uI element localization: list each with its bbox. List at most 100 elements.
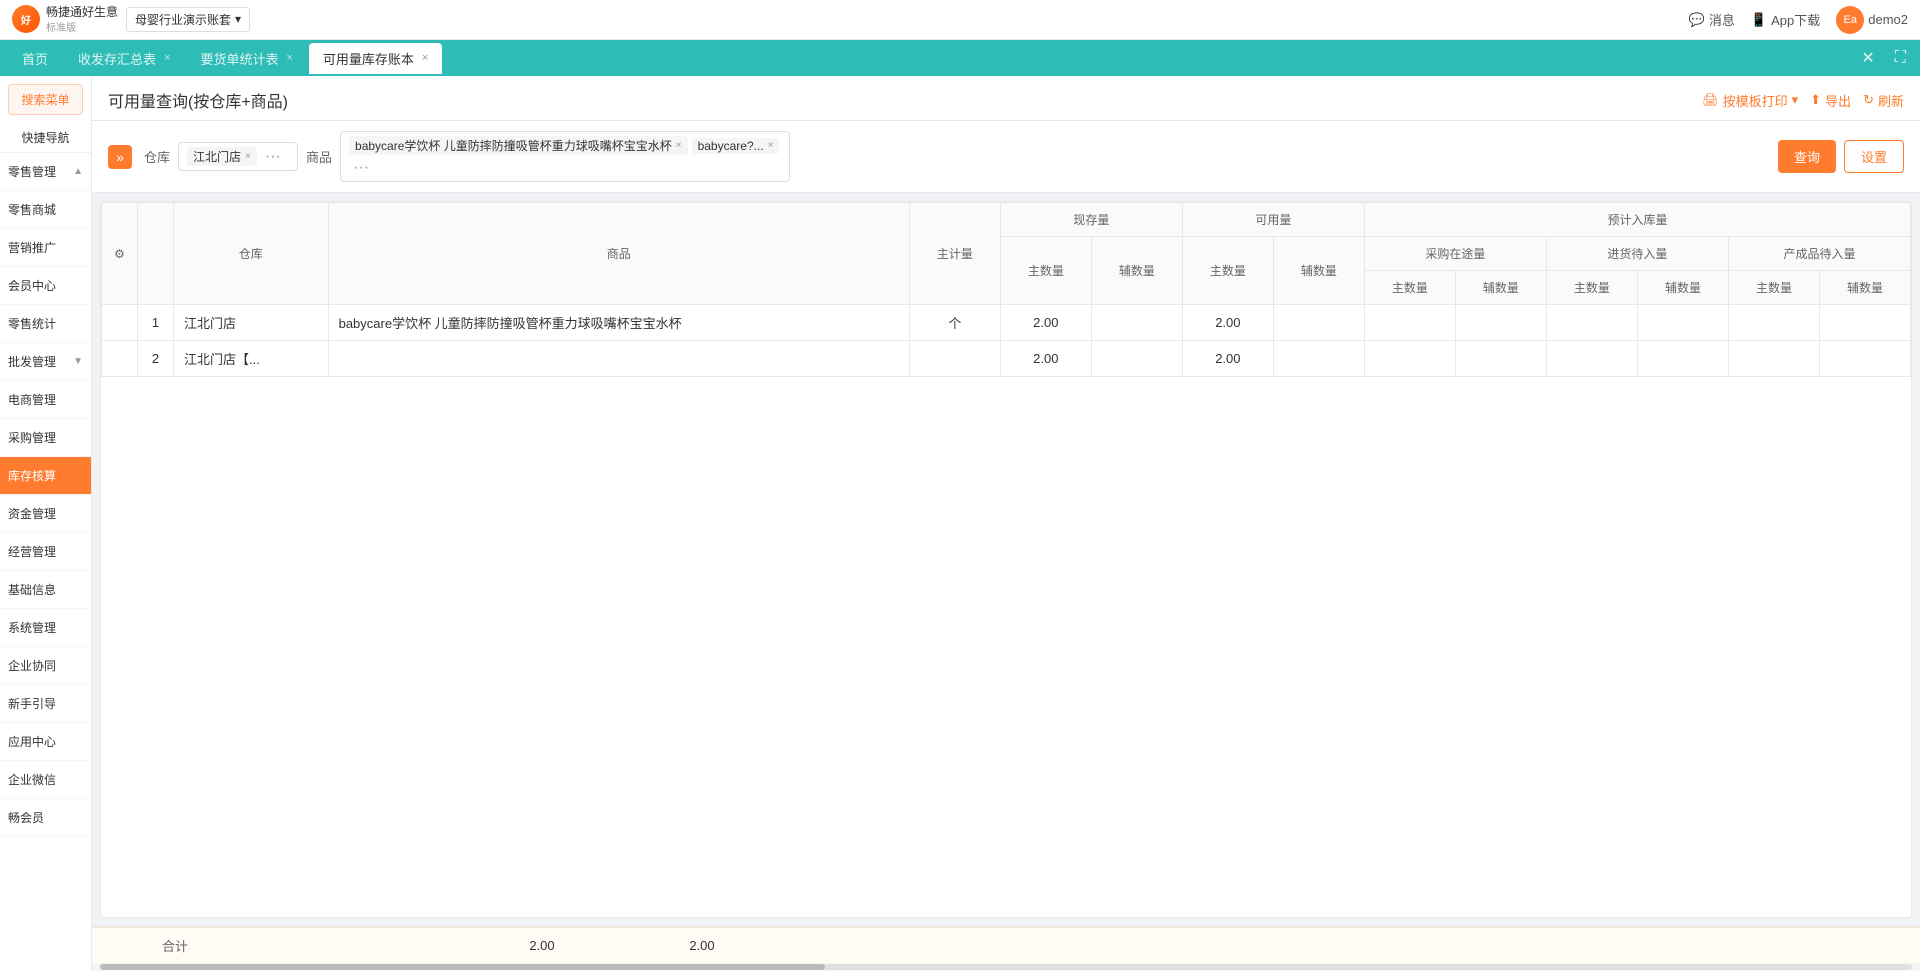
- sidebar-item-inventory[interactable]: 库存核算: [0, 457, 91, 495]
- product-filter-label: 商品: [306, 147, 332, 166]
- row2-goods-aux: [1637, 341, 1728, 377]
- sidebar-item-member[interactable]: 会员中心: [0, 267, 91, 305]
- filter-actions: 查询 设置: [1778, 140, 1904, 173]
- sidebar-item-wechat[interactable]: 企业微信: [0, 761, 91, 799]
- app-label: App下载: [1771, 10, 1820, 29]
- sidebar-item-ecommerce-label: 电商管理: [8, 391, 56, 408]
- sidebar-item-new-guide[interactable]: 新手引导: [0, 685, 91, 723]
- footer-label: 合计: [102, 936, 502, 955]
- tab-available-stock[interactable]: 可用量库存账本 ×: [309, 43, 442, 74]
- row2-settings[interactable]: [102, 341, 138, 377]
- settings-btn[interactable]: 设置: [1844, 140, 1904, 173]
- quick-nav-btn[interactable]: 快捷导航: [0, 123, 91, 153]
- row2-current-aux: [1091, 341, 1182, 377]
- query-btn[interactable]: 查询: [1778, 140, 1836, 173]
- table-container[interactable]: ⚙ 仓库 商品 主计量 现存量 可用量 预计入库量 主数量 辅数量 主数量 辅数…: [100, 201, 1912, 918]
- tab-available-stock-close[interactable]: ×: [422, 52, 428, 64]
- th-goods-arrival-group: 进货待入量: [1546, 237, 1728, 271]
- row1-purchase-aux: [1455, 305, 1546, 341]
- avatar-initial: Ea: [1844, 14, 1857, 26]
- sidebar-item-basic[interactable]: 基础信息: [0, 571, 91, 609]
- user-name: demo2: [1868, 12, 1908, 27]
- sidebar-item-vip-label: 畅会员: [8, 809, 44, 826]
- sidebar-item-app-center[interactable]: 应用中心: [0, 723, 91, 761]
- industry-selector[interactable]: 母婴行业演示账套 ▾: [126, 7, 250, 32]
- table-footer: 合计 2.00 2.00: [92, 926, 1920, 963]
- filter-expand-btn[interactable]: »: [108, 145, 132, 169]
- sidebar-item-wechat-label: 企业微信: [8, 771, 56, 788]
- tab-available-stock-label: 可用量库存账本: [323, 49, 414, 68]
- sidebar-item-retail-stats[interactable]: 零售统计: [0, 305, 91, 343]
- sidebar-item-basic-label: 基础信息: [8, 581, 56, 598]
- row1-product-aux: [1819, 305, 1910, 341]
- app-download-btn[interactable]: 📱 App下载: [1751, 10, 1820, 29]
- message-btn[interactable]: 💬 消息: [1689, 10, 1735, 29]
- sidebar-item-retail-store-label: 零售商城: [8, 201, 56, 218]
- logo-icon: 好: [12, 5, 40, 33]
- product-tag-2-close[interactable]: ×: [768, 140, 774, 151]
- th-current-aux: 辅数量: [1091, 237, 1182, 305]
- app-icon: 📱: [1751, 12, 1767, 28]
- search-menu-btn[interactable]: 搜索菜单: [8, 84, 83, 115]
- sidebar-item-operations[interactable]: 经营管理: [0, 533, 91, 571]
- product-filter-more[interactable]: ···: [353, 159, 369, 177]
- warehouse-filter-input[interactable]: 江北门店 × ···: [178, 142, 298, 171]
- export-label: 导出: [1825, 91, 1851, 110]
- row2-product-aux: [1819, 341, 1910, 377]
- tab-order-stats[interactable]: 要货单统计表 ×: [186, 43, 306, 74]
- logo-symbol: 好: [21, 12, 31, 27]
- close-all-tabs-btn[interactable]: ✕: [1855, 46, 1880, 70]
- sidebar-item-retail-store[interactable]: 零售商城: [0, 191, 91, 229]
- th-product-aux: 辅数量: [1819, 271, 1910, 305]
- logo-main-text: 畅捷通好生意: [46, 5, 118, 19]
- fullscreen-btn[interactable]: ⛶: [1889, 47, 1912, 69]
- sidebar-item-enterprise[interactable]: 企业协同: [0, 647, 91, 685]
- row1-available-main: 2.00: [1182, 305, 1273, 341]
- tab-receive-pay[interactable]: 收发存汇总表 ×: [64, 43, 184, 74]
- sidebar-search-area: 搜索菜单: [0, 76, 91, 123]
- warehouse-filter-more[interactable]: ···: [265, 148, 281, 166]
- export-btn[interactable]: ⬆ 导出: [1810, 91, 1851, 110]
- user-area[interactable]: Ea demo2: [1836, 6, 1908, 34]
- tab-receive-pay-close[interactable]: ×: [164, 52, 170, 64]
- sidebar-item-wholesale[interactable]: 批发管理 ▼: [0, 343, 91, 381]
- row1-no: 1: [138, 305, 174, 341]
- sidebar-item-vip[interactable]: 畅会员: [0, 799, 91, 837]
- scrollbar-thumb[interactable]: [100, 964, 825, 970]
- print-btn[interactable]: 🖨 按模板打印 ▾: [1702, 91, 1798, 110]
- refresh-label: 刷新: [1878, 91, 1904, 110]
- sidebar-item-member-label: 会员中心: [8, 277, 56, 294]
- tab-home[interactable]: 首页: [8, 43, 62, 74]
- scrollbar-track[interactable]: [100, 964, 1912, 970]
- sidebar-item-purchase-label: 采购管理: [8, 429, 56, 446]
- filter-group: 仓库 江北门店 × ··· 商品 babycare学饮杯 儿童防摔防撞吸管杯重力…: [144, 131, 1766, 182]
- th-purchase-main: 主数量: [1364, 271, 1455, 305]
- sidebar-item-finance-label: 资金管理: [8, 505, 56, 522]
- row2-available-aux: [1273, 341, 1364, 377]
- row1-current-main: 2.00: [1000, 305, 1091, 341]
- sidebar-item-ecommerce[interactable]: 电商管理: [0, 381, 91, 419]
- refresh-icon: ↻: [1863, 92, 1874, 108]
- th-no: [138, 203, 174, 305]
- sidebar-item-finance[interactable]: 资金管理: [0, 495, 91, 533]
- product-filter-input[interactable]: babycare学饮杯 儿童防摔防撞吸管杯重力球吸嘴杯宝宝水杯 × babyca…: [340, 131, 790, 182]
- warehouse-filter-label: 仓库: [144, 147, 170, 166]
- sidebar-item-retail-mgmt[interactable]: 零售管理 ▲: [0, 153, 91, 191]
- row1-goods-main: [1546, 305, 1637, 341]
- product-tag-1-close[interactable]: ×: [676, 140, 682, 151]
- warehouse-tag-1-close[interactable]: ×: [245, 151, 251, 162]
- sidebar-item-system[interactable]: 系统管理: [0, 609, 91, 647]
- sidebar-item-purchase[interactable]: 采购管理: [0, 419, 91, 457]
- tab-order-stats-close[interactable]: ×: [286, 52, 292, 64]
- refresh-btn[interactable]: ↻ 刷新: [1863, 91, 1904, 110]
- row2-warehouse: 江北门店【...: [174, 341, 329, 377]
- horizontal-scrollbar[interactable]: [92, 963, 1920, 971]
- row1-current-aux: [1091, 305, 1182, 341]
- print-label: 按模板打印: [1723, 91, 1788, 110]
- row2-unit: [909, 341, 1000, 377]
- row1-settings[interactable]: [102, 305, 138, 341]
- th-expected-in-group: 预计入库量: [1364, 203, 1910, 237]
- filter-bar: » 仓库 江北门店 × ··· 商品 babycare学饮杯 儿童防摔防撞吸管杯…: [92, 121, 1920, 193]
- sidebar-item-marketing[interactable]: 营销推广: [0, 229, 91, 267]
- th-settings[interactable]: ⚙: [102, 203, 138, 305]
